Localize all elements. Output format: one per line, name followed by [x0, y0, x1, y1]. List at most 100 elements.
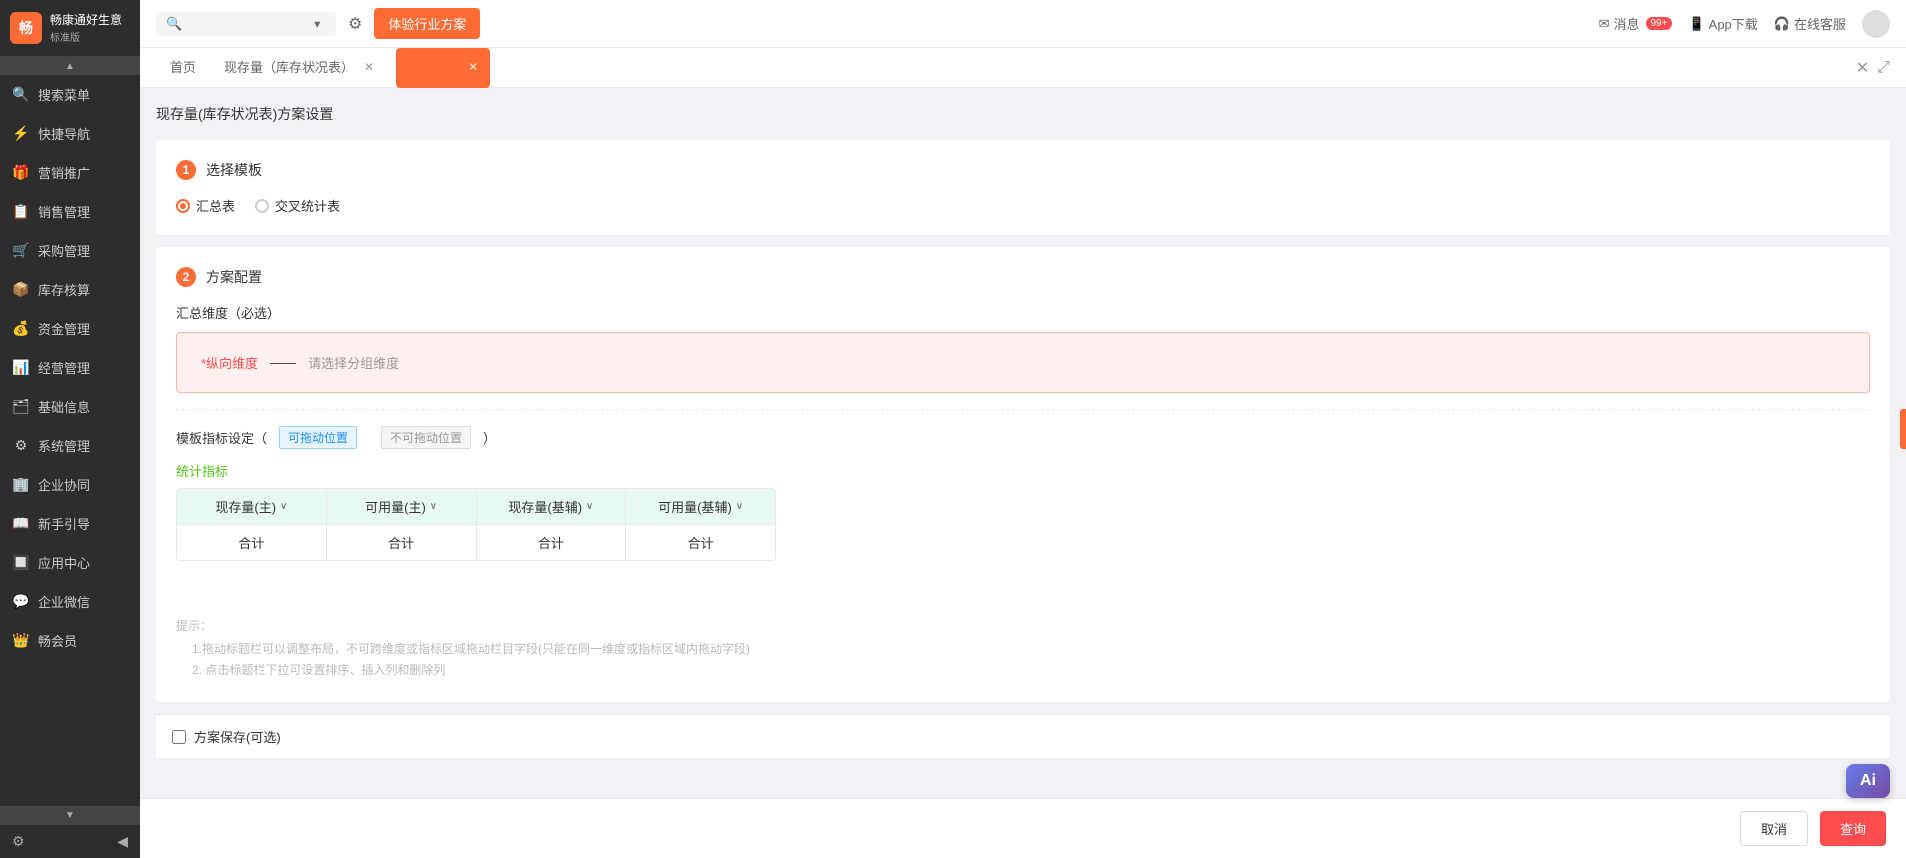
action-bar: 取消 查询: [140, 798, 1906, 858]
indicator-suffix: ）: [483, 428, 496, 447]
stats-col-4[interactable]: 可用量(基辅) ∨: [626, 489, 775, 524]
sidebar-item-shortcut[interactable]: ⚡ 快捷导航: [0, 114, 140, 153]
purchase-icon: 🛒: [12, 242, 30, 260]
col2-chevron-icon: ∨: [430, 501, 437, 512]
collapse-icon[interactable]: ◀: [117, 833, 128, 850]
save-label: 方案保存(可选): [194, 727, 281, 746]
sidebar-item-guide[interactable]: 📖 新手引导: [0, 504, 140, 543]
step2-badge: 2: [176, 267, 196, 287]
tab-new-plan[interactable]: 新建方案 ✕: [396, 48, 490, 88]
dimension-field-label: *纵向维度: [201, 353, 258, 372]
sidebar-item-label: 搜索菜单: [38, 85, 90, 104]
sidebar-bottom: ⚙ ◀: [0, 824, 140, 858]
stats-cell-4: 合计: [626, 525, 775, 560]
topbar-settings-icon[interactable]: ⚙: [348, 14, 362, 34]
content-area: 现存量(库存状况表)方案设置 1 选择模板 汇总表 交叉统计表 2: [140, 88, 1906, 798]
message-btn[interactable]: ✉ 消息 99+: [1599, 14, 1673, 33]
sidebar-item-company[interactable]: 🏢 企业协同: [0, 465, 140, 504]
tab-home[interactable]: 首页: [156, 48, 210, 88]
stats-col-1[interactable]: 现存量(主) ∨: [177, 489, 327, 524]
sidebar-item-purchase[interactable]: 🛒 采购管理: [0, 231, 140, 270]
query-button[interactable]: 查询: [1820, 811, 1886, 846]
service-icon: 🎧: [1774, 16, 1790, 32]
close-panel-icon[interactable]: ✕: [1856, 58, 1869, 78]
page-title: 现存量(库存状况表)方案设置: [156, 104, 1890, 124]
user-avatar[interactable]: [1862, 10, 1890, 38]
sales-icon: 📋: [12, 203, 30, 221]
save-row: 方案保存(可选): [156, 714, 1890, 758]
section-divider: [176, 409, 1870, 410]
step1-title: 选择模板: [206, 160, 262, 180]
radio-summary-circle: [176, 199, 190, 213]
search-input[interactable]: [188, 17, 308, 31]
operations-icon: 📊: [12, 359, 30, 377]
sidebar-item-finance[interactable]: 💰 资金管理: [0, 309, 140, 348]
dimension-dash: ——: [270, 355, 296, 370]
cancel-button[interactable]: 取消: [1740, 811, 1808, 846]
sidebar-item-operations[interactable]: 📊 经营管理: [0, 348, 140, 387]
system-icon: ⚙: [12, 437, 30, 455]
expand-panel-icon[interactable]: ⤢: [1877, 59, 1890, 77]
sidebar-item-label: 企业协同: [38, 475, 90, 494]
sidebar-scroll-down[interactable]: ▼: [0, 806, 140, 824]
sidebar-scroll-up[interactable]: ▲: [0, 57, 140, 75]
sidebar-item-system[interactable]: ⚙ 系统管理: [0, 426, 140, 465]
topbar-left: 🔍 ▾ ⚙ 体验行业方案: [156, 8, 480, 39]
radio-summary[interactable]: 汇总表: [176, 196, 235, 215]
stats-table: 现存量(主) ∨ 可用量(主) ∨ 现存量(基辅) ∨ 可用量(基辅) ∨: [176, 488, 776, 561]
tab-new-plan-close[interactable]: ✕: [468, 60, 478, 74]
guide-icon: 📖: [12, 515, 30, 533]
online-service-btn[interactable]: 🎧 在线客服: [1774, 14, 1846, 33]
trial-btn[interactable]: 体验行业方案: [374, 8, 480, 39]
radio-cross[interactable]: 交叉统计表: [255, 196, 340, 215]
step2-title: 方案配置: [206, 267, 262, 287]
stats-cell-1: 合计: [177, 525, 327, 560]
col1-chevron-icon: ∨: [280, 501, 287, 512]
topbar-search[interactable]: 🔍 ▾: [156, 12, 336, 36]
stats-col-2[interactable]: 可用量(主) ∨: [327, 489, 477, 524]
indicator-settings: 模板指标设定（ 可拖动位置 不可拖动位置 ）: [176, 426, 1870, 449]
template-radio-group: 汇总表 交叉统计表: [176, 196, 1870, 215]
sidebar-item-label: 畅会员: [38, 631, 77, 650]
stats-table-row: 合计 合计 合计 合计: [177, 524, 775, 560]
company-icon: 🏢: [12, 476, 30, 494]
message-icon: ✉: [1599, 16, 1610, 32]
step2-header: 2 方案配置: [176, 267, 1870, 287]
save-checkbox[interactable]: [172, 730, 186, 744]
sidebar-logo: 畅 畅康通好生意 标准版: [0, 0, 140, 57]
sidebar-item-basic[interactable]: 🗂 基础信息: [0, 387, 140, 426]
tabbar: 首页 现存量（库存状况表） ✕ 新建方案 ✕ ✕ ⤢: [140, 48, 1906, 88]
wechat-icon: 💬: [12, 593, 30, 611]
search-icon: 🔍: [12, 86, 30, 104]
tips-item-1: 1.拖动标题栏可以调整布局，不可跨维度或指标区域拖动栏目字段(只能在同一维度或指…: [176, 640, 1870, 657]
tab-inventory-close[interactable]: ✕: [364, 60, 374, 74]
sidebar-item-sales[interactable]: 📋 销售管理: [0, 192, 140, 231]
stats-section-label: 统计指标: [176, 461, 1870, 480]
stats-col-3[interactable]: 现存量(基辅) ∨: [477, 489, 627, 524]
main-wrapper: 🔍 ▾ ⚙ 体验行业方案 ✉ 消息 99+ 📱 App下载 🎧 在线客服: [140, 0, 1906, 858]
search-icon: 🔍: [166, 16, 182, 32]
topbar-right: ✉ 消息 99+ 📱 App下载 🎧 在线客服: [1599, 10, 1890, 38]
sidebar-item-inventory[interactable]: 📦 库存核算: [0, 270, 140, 309]
step1-card: 1 选择模板 汇总表 交叉统计表: [156, 140, 1890, 235]
tab-inventory[interactable]: 现存量（库存状况表） ✕: [210, 48, 388, 88]
sidebar-item-label: 库存核算: [38, 280, 90, 299]
sidebar-item-marketing[interactable]: 🎁 营销推广: [0, 153, 140, 192]
sidebar-item-label: 快捷导航: [38, 124, 90, 143]
sidebar-item-member[interactable]: 👑 畅会员: [0, 621, 140, 660]
ai-button[interactable]: Ai: [1846, 764, 1890, 798]
sidebar-item-apps[interactable]: 🔲 应用中心: [0, 543, 140, 582]
right-panel-indicator: [1900, 409, 1906, 449]
sidebar-item-wechat[interactable]: 💬 企业微信: [0, 582, 140, 621]
step2-card: 2 方案配置 汇总维度（必选） *纵向维度 —— 请选择分组维度 模板指标设定（…: [156, 247, 1890, 702]
app-title: 畅康通好生意: [50, 12, 122, 29]
tips-section: 提示： 1.拖动标题栏可以调整布局，不可跨维度或指标区域拖动栏目字段(只能在同一…: [176, 617, 1870, 678]
dropdown-icon[interactable]: ▾: [314, 17, 320, 31]
sidebar-item-label: 资金管理: [38, 319, 90, 338]
settings-bottom-icon[interactable]: ⚙: [12, 833, 25, 850]
dimension-box[interactable]: *纵向维度 —— 请选择分组维度: [176, 332, 1870, 393]
sidebar-item-label: 营销推广: [38, 163, 90, 182]
sidebar-item-search[interactable]: 🔍 搜索菜单: [0, 75, 140, 114]
app-download-btn[interactable]: 📱 App下载: [1688, 14, 1757, 33]
basic-icon: 🗂: [12, 398, 30, 416]
